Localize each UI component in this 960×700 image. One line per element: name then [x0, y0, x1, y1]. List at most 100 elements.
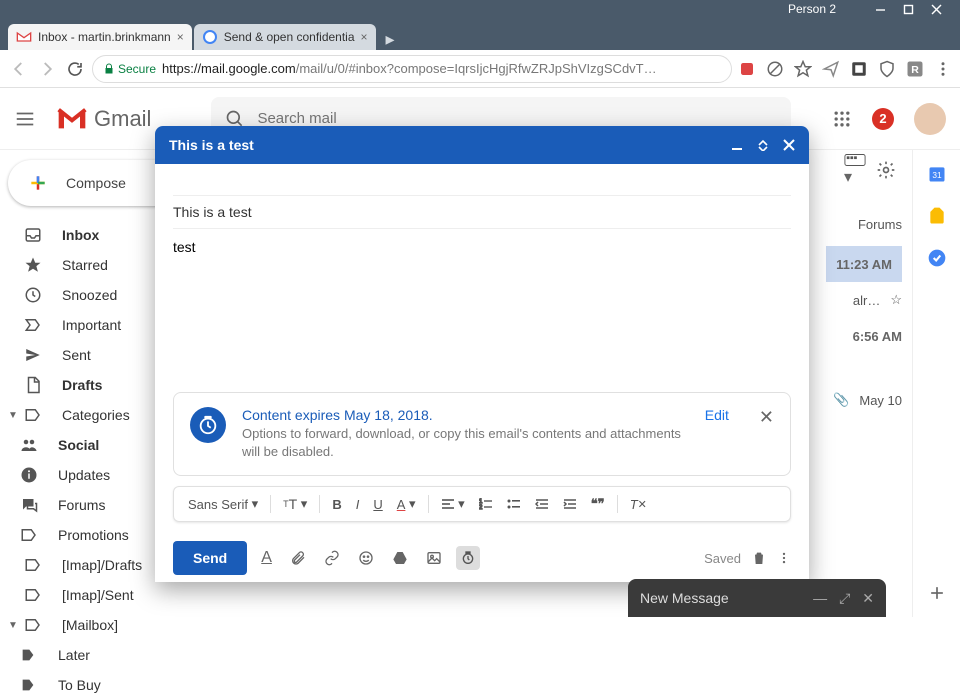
- insert-photo-icon[interactable]: [422, 546, 446, 570]
- address-bar: Secure https://mail.google.com/mail/u/0/…: [0, 50, 960, 88]
- send-button[interactable]: Send: [173, 541, 247, 575]
- window-close-button[interactable]: [922, 0, 950, 18]
- compose-popout-button[interactable]: [757, 139, 769, 151]
- sidebar-item-label: Later: [58, 647, 90, 663]
- chevron-down-icon[interactable]: ▼: [8, 410, 20, 421]
- google-favicon-icon: [202, 29, 218, 45]
- apps-grid-icon[interactable]: [832, 109, 852, 129]
- text-color-button[interactable]: A ▾: [391, 492, 422, 516]
- quote-button[interactable]: ❝❞: [585, 492, 611, 516]
- url-input[interactable]: Secure https://mail.google.com/mail/u/0/…: [92, 55, 732, 83]
- compose-minimize-button[interactable]: [731, 139, 743, 151]
- avatar[interactable]: [914, 103, 946, 135]
- people-icon: [20, 436, 40, 454]
- notification-badge[interactable]: 2: [872, 108, 894, 130]
- confidential-clock-icon: [190, 407, 226, 443]
- important-icon: [24, 316, 44, 334]
- numbered-list-button[interactable]: 12: [473, 494, 499, 514]
- keep-icon[interactable]: [927, 206, 947, 226]
- font-family-dropdown[interactable]: Sans Serif ▾: [182, 492, 264, 516]
- send-icon[interactable]: [822, 60, 840, 78]
- sidebar-item-label: Important: [62, 317, 121, 333]
- block-icon[interactable]: [766, 60, 784, 78]
- formatting-toggle-icon[interactable]: A: [257, 545, 276, 571]
- compose-body-text[interactable]: test: [173, 229, 791, 392]
- tab-title: Send & open confidentia: [224, 30, 355, 44]
- profile-r-icon[interactable]: R: [906, 60, 924, 78]
- shield-icon[interactable]: [878, 60, 896, 78]
- browser-tab[interactable]: Inbox - martin.brinkmann ×: [8, 24, 192, 50]
- font-size-dropdown[interactable]: TT ▾: [277, 492, 313, 516]
- tab-close-button[interactable]: ×: [177, 30, 184, 44]
- input-tools-icon[interactable]: ▾: [844, 153, 866, 187]
- back-button[interactable]: [8, 58, 30, 80]
- browser-menu-icon[interactable]: [934, 60, 952, 78]
- newmsg-close-button[interactable]: ✕: [862, 590, 874, 607]
- search-input[interactable]: [257, 110, 777, 127]
- compose-footer: Send A Saved: [155, 534, 809, 582]
- tag-icon: [20, 526, 40, 544]
- add-panel-icon[interactable]: [927, 583, 947, 603]
- sidebar-item-label: [Mailbox]: [62, 617, 118, 633]
- bold-button[interactable]: B: [326, 493, 347, 516]
- mail-tab-label[interactable]: Forums: [858, 206, 902, 242]
- remove-formatting-button[interactable]: T✕: [624, 493, 653, 516]
- hamburger-menu-icon[interactable]: [14, 108, 38, 130]
- subject-field[interactable]: This is a test: [173, 196, 791, 229]
- insert-link-icon[interactable]: [320, 546, 344, 570]
- to-field[interactable]: [173, 176, 791, 196]
- sidebar-item--imap-sent[interactable]: [Imap]/Sent: [0, 580, 256, 610]
- attachment-icon: 📎: [833, 392, 849, 408]
- italic-button[interactable]: I: [350, 493, 366, 516]
- compose-close-button[interactable]: [783, 139, 795, 151]
- confidential-mode-toggle-icon[interactable]: [456, 546, 480, 570]
- star-icon: [24, 256, 44, 274]
- sidebar-item-label: Sent: [62, 347, 91, 363]
- forward-button[interactable]: [36, 58, 58, 80]
- browser-tab[interactable]: Send & open confidentia ×: [194, 24, 376, 50]
- newmsg-popout-button[interactable]: ⤢: [839, 590, 850, 607]
- star-icon[interactable]: ☆: [890, 292, 902, 308]
- more-options-icon[interactable]: [777, 550, 791, 566]
- indent-more-button[interactable]: [557, 494, 583, 514]
- sidebar-item--mailbox-[interactable]: ▼ [Mailbox]: [0, 610, 256, 640]
- sidebar-item-label: Inbox: [62, 227, 99, 243]
- indent-less-button[interactable]: [529, 494, 555, 514]
- new-message-minimized[interactable]: New Message — ⤢ ✕: [628, 579, 886, 617]
- newmsg-minimize-button[interactable]: —: [813, 590, 827, 607]
- sidebar-item-label: Updates: [58, 467, 110, 483]
- window-maximize-button[interactable]: [894, 0, 922, 18]
- chevron-down-icon[interactable]: ▼: [8, 620, 20, 631]
- align-button[interactable]: ▾: [435, 492, 471, 516]
- extension-icon[interactable]: [738, 60, 756, 78]
- discard-draft-icon[interactable]: [751, 550, 767, 566]
- compose-header[interactable]: This is a test: [155, 126, 809, 164]
- underline-button[interactable]: U: [367, 493, 388, 516]
- tasks-icon[interactable]: [927, 248, 947, 268]
- mail-row[interactable]: 11:23 AM: [826, 246, 902, 282]
- mail-row[interactable]: 6:56 AM: [853, 318, 902, 354]
- gmail-logo[interactable]: Gmail: [56, 106, 151, 132]
- mail-row[interactable]: alr… ☆: [853, 282, 902, 318]
- calendar-icon[interactable]: 31: [927, 164, 947, 184]
- side-panel: 31: [912, 150, 960, 617]
- window-minimize-button[interactable]: [866, 0, 894, 18]
- confidential-edit-button[interactable]: Edit: [705, 407, 729, 423]
- sidebar-item-later[interactable]: Later: [0, 640, 256, 670]
- bookmark-star-icon[interactable]: [794, 60, 812, 78]
- mail-row[interactable]: 📎May 10: [833, 382, 902, 418]
- new-tab-button[interactable]: ▸: [378, 29, 403, 50]
- attach-file-icon[interactable]: [286, 546, 310, 570]
- settings-gear-icon[interactable]: [876, 160, 896, 180]
- sidebar-item-to-buy[interactable]: To Buy: [0, 670, 256, 700]
- extension-box-icon[interactable]: [850, 60, 868, 78]
- plus-icon: [28, 173, 48, 193]
- sidebar-item-label: [Imap]/Drafts: [62, 557, 142, 573]
- insert-emoji-icon[interactable]: [354, 546, 378, 570]
- reload-button[interactable]: [64, 58, 86, 80]
- insert-drive-icon[interactable]: [388, 546, 412, 570]
- bullet-list-button[interactable]: [501, 494, 527, 514]
- confidential-mode-box: Content expires May 18, 2018. Options to…: [173, 392, 791, 476]
- tab-close-button[interactable]: ×: [361, 30, 368, 44]
- confidential-close-button[interactable]: ✕: [759, 407, 774, 428]
